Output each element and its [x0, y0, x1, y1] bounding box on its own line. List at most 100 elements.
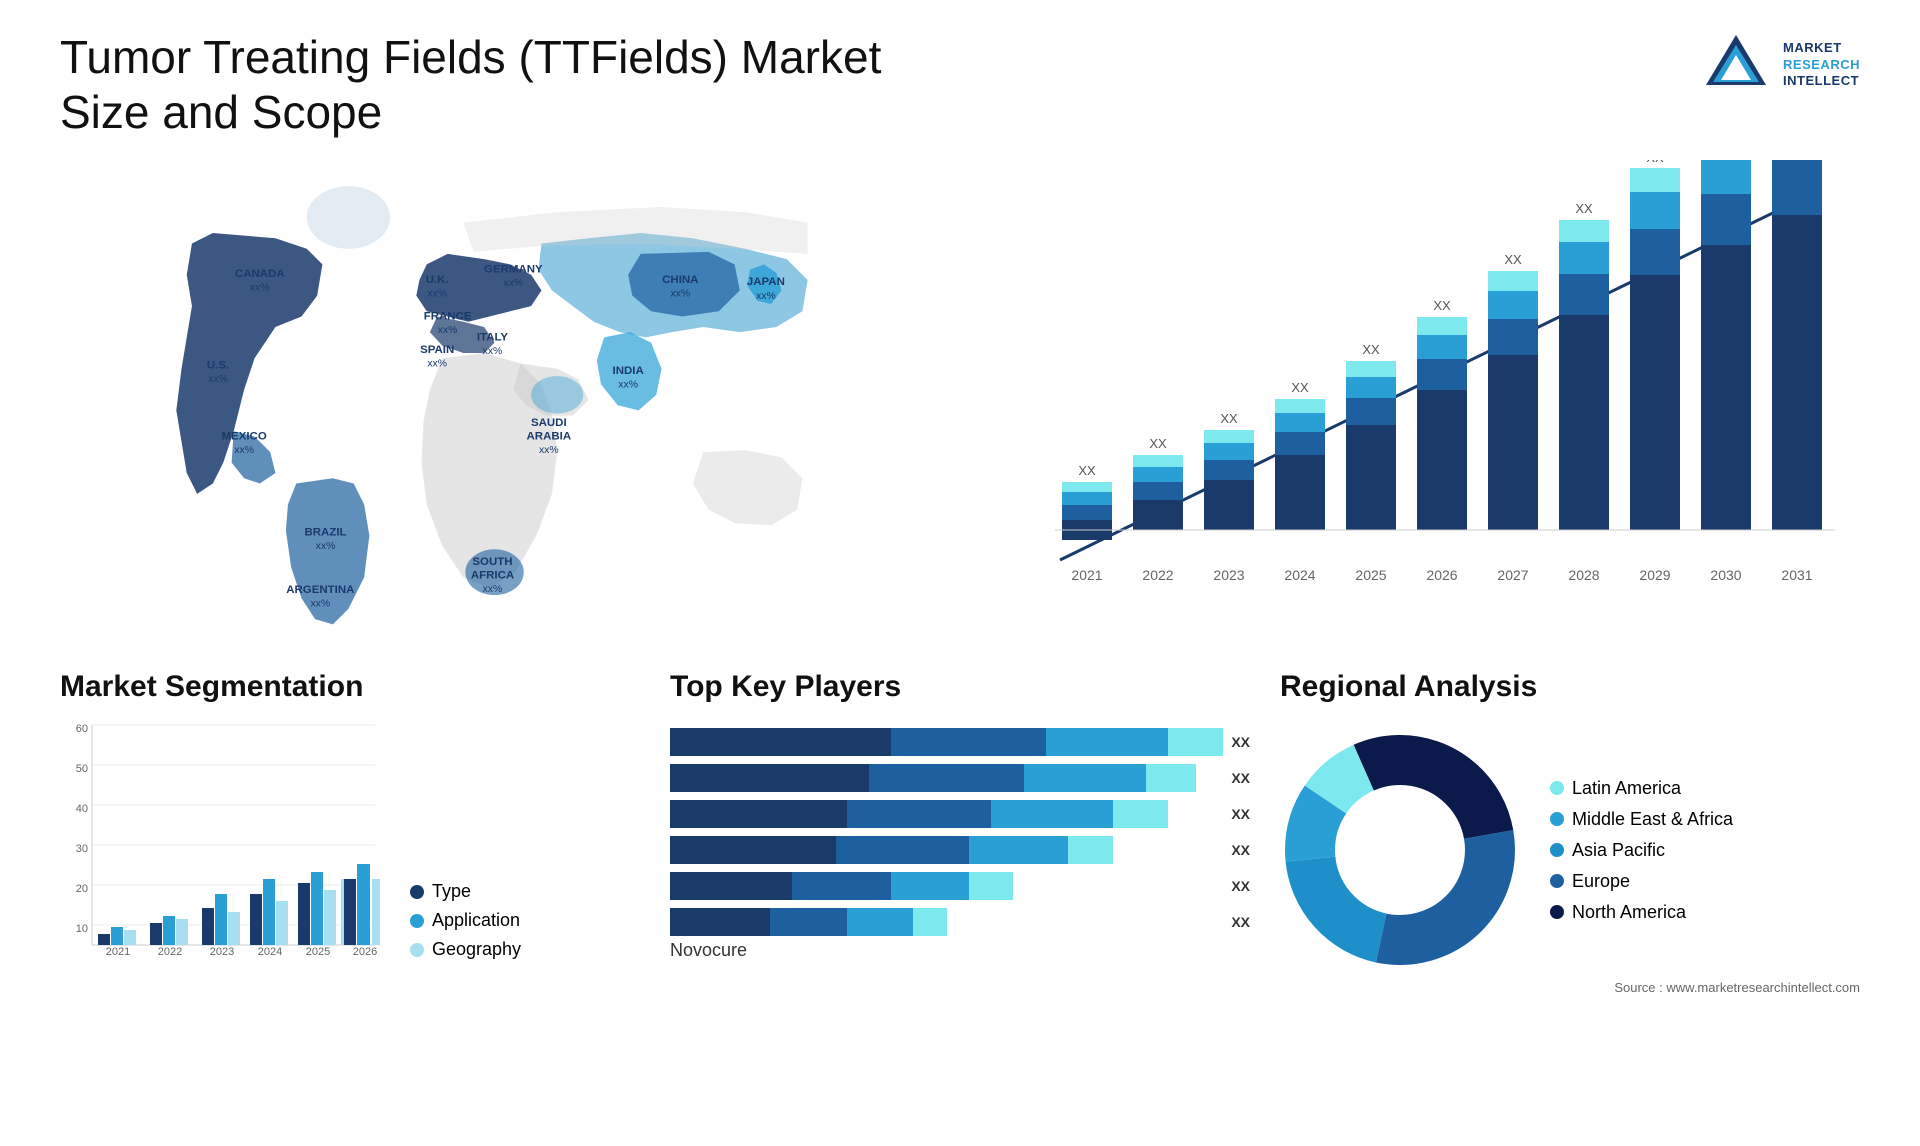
- bar-seg-4: [1113, 800, 1168, 828]
- map-svg: CANADA xx% U.S. xx% MEXICO xx% BRAZIL xx…: [60, 160, 950, 640]
- svg-text:2028: 2028: [1568, 567, 1599, 583]
- regional-legend: Latin America Middle East & Africa Asia …: [1550, 778, 1733, 923]
- svg-text:XX: XX: [1504, 252, 1522, 267]
- bar-seg-1: [670, 728, 891, 756]
- bar-seg-4: [1168, 728, 1223, 756]
- header: Tumor Treating Fields (TTFields) Market …: [60, 30, 1860, 140]
- seg-legend-type: Type: [410, 881, 521, 902]
- bar-seg-1: [670, 836, 836, 864]
- player-label-6: XX: [1231, 914, 1250, 930]
- bar-seg-4: [1146, 764, 1196, 792]
- svg-text:AFRICA: AFRICA: [471, 570, 514, 582]
- legend-asia-pacific: Asia Pacific: [1550, 840, 1733, 861]
- players-chart: XX XX: [670, 728, 1250, 936]
- segmentation-chart: 60 50 40 30 20 10: [60, 720, 380, 960]
- seg-legend-geography: Geography: [410, 939, 521, 960]
- europe-label: Europe: [1572, 871, 1630, 892]
- player-bar-5: [670, 872, 1223, 900]
- svg-text:2023: 2023: [1213, 567, 1244, 583]
- company-name: Novocure: [670, 940, 1250, 961]
- svg-text:2027: 2027: [1497, 567, 1528, 583]
- svg-text:U.K.: U.K.: [426, 275, 449, 287]
- seg-legend: Type Application Geography: [410, 881, 521, 960]
- players-section: Top Key Players XX: [670, 670, 1250, 995]
- bar-seg-1: [670, 800, 847, 828]
- svg-text:2024: 2024: [1284, 567, 1315, 583]
- svg-text:XX: XX: [1149, 436, 1167, 451]
- bar-seg-4: [913, 908, 946, 936]
- regional-section: Regional Analysis: [1280, 670, 1860, 995]
- svg-text:XX: XX: [1362, 342, 1380, 357]
- logo-area: MARKET RESEARCH INTELLECT: [1701, 30, 1860, 100]
- type-dot: [410, 885, 424, 899]
- svg-text:2030: 2030: [1710, 567, 1741, 583]
- bottom-sections: Market Segmentation 60 50 40 30 20 10: [60, 670, 1860, 995]
- svg-text:xx%: xx%: [250, 283, 270, 294]
- me-africa-dot: [1550, 812, 1564, 826]
- bar-seg-2: [836, 836, 969, 864]
- svg-text:ITALY: ITALY: [477, 332, 509, 344]
- svg-text:ARABIA: ARABIA: [527, 431, 572, 443]
- page-container: Tumor Treating Fields (TTFields) Market …: [0, 0, 1920, 1146]
- asia-pacific-label: Asia Pacific: [1572, 840, 1665, 861]
- player-bar-2: [670, 764, 1223, 792]
- svg-text:FRANCE: FRANCE: [424, 311, 472, 323]
- seg-legend-application: Application: [410, 910, 521, 931]
- bar-seg-2: [792, 872, 892, 900]
- geography-dot: [410, 943, 424, 957]
- bar-seg-2: [869, 764, 1024, 792]
- bar-seg-3: [891, 872, 968, 900]
- player-row-5: XX: [670, 872, 1250, 900]
- svg-text:xx%: xx%: [438, 326, 458, 337]
- player-row-2: XX: [670, 764, 1250, 792]
- donut-legend-area: Latin America Middle East & Africa Asia …: [1280, 730, 1860, 970]
- bar-seg-1: [670, 908, 770, 936]
- legend-europe: Europe: [1550, 871, 1733, 892]
- svg-text:2025: 2025: [306, 946, 330, 958]
- svg-text:xx%: xx%: [316, 542, 336, 553]
- svg-text:20: 20: [76, 883, 88, 895]
- svg-text:2023: 2023: [210, 946, 234, 958]
- bar-seg-3: [991, 800, 1113, 828]
- europe-dot: [1550, 874, 1564, 888]
- svg-text:2031: 2031: [1781, 567, 1812, 583]
- player-row-6: XX: [670, 908, 1250, 936]
- bar-seg-3: [1024, 764, 1146, 792]
- bar-seg-3: [1046, 728, 1168, 756]
- north-america-dot: [1550, 905, 1564, 919]
- svg-text:xx%: xx%: [208, 375, 228, 386]
- growth-chart-svg: XX 2021 XX 2022 XX 2023: [970, 160, 1860, 620]
- svg-text:2025: 2025: [1355, 567, 1386, 583]
- me-africa-label: Middle East & Africa: [1572, 809, 1733, 830]
- north-america-label: North America: [1572, 902, 1686, 923]
- latin-america-dot: [1550, 781, 1564, 795]
- svg-text:SAUDI: SAUDI: [531, 417, 567, 429]
- svg-text:SOUTH: SOUTH: [472, 556, 512, 568]
- bar-seg-3: [969, 836, 1069, 864]
- type-label: Type: [432, 881, 471, 902]
- bar-seg-2: [891, 728, 1046, 756]
- logo-icon: [1701, 30, 1771, 100]
- svg-text:2026: 2026: [353, 946, 377, 958]
- legend-me-africa: Middle East & Africa: [1550, 809, 1733, 830]
- svg-text:xx%: xx%: [427, 289, 447, 300]
- legend-north-america: North America: [1550, 902, 1733, 923]
- segmentation-title: Market Segmentation: [60, 670, 640, 704]
- page-title: Tumor Treating Fields (TTFields) Market …: [60, 30, 960, 140]
- svg-text:XX: XX: [1433, 298, 1451, 313]
- svg-text:U.S.: U.S.: [207, 360, 229, 372]
- player-bar-4: [670, 836, 1223, 864]
- source-text: Source : www.marketresearchintellect.com: [1280, 980, 1860, 995]
- svg-text:xx%: xx%: [310, 599, 330, 610]
- map-section: CANADA xx% U.S. xx% MEXICO xx% BRAZIL xx…: [60, 160, 950, 640]
- player-row-4: XX: [670, 836, 1250, 864]
- asia-pacific-dot: [1550, 843, 1564, 857]
- regional-title: Regional Analysis: [1280, 670, 1860, 704]
- svg-text:XX: XX: [1291, 380, 1309, 395]
- svg-text:XX: XX: [1575, 201, 1593, 216]
- svg-text:2024: 2024: [258, 946, 282, 958]
- donut-chart: [1280, 730, 1520, 970]
- player-bar-1: [670, 728, 1223, 756]
- player-label-1: XX: [1231, 734, 1250, 750]
- player-bar-3: [670, 800, 1223, 828]
